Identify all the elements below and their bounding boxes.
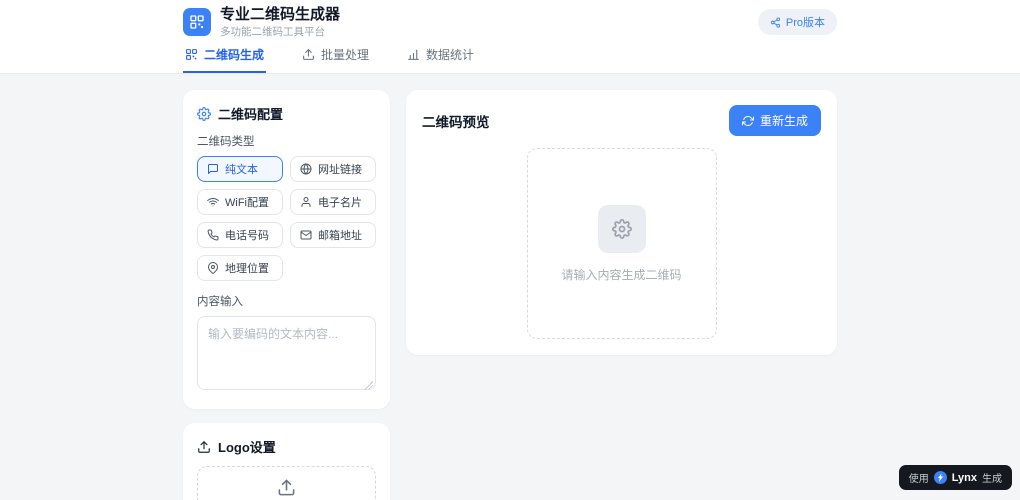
qr-code-icon bbox=[185, 48, 198, 61]
tab-bar: 二维码生成 批量处理 数据统计 bbox=[183, 43, 837, 73]
type-wifi-config[interactable]: WiFi配置 bbox=[197, 189, 283, 215]
logo-settings-card: Logo设置 点击上传Logo bbox=[183, 423, 390, 500]
qr-preview-placeholder: 请输入内容生成二维码 bbox=[526, 148, 717, 339]
type-label: 电话号码 bbox=[225, 230, 269, 242]
phone-icon bbox=[207, 229, 219, 241]
user-icon bbox=[300, 196, 312, 208]
pro-nodes-icon bbox=[770, 16, 781, 28]
tab-qr-generate[interactable]: 二维码生成 bbox=[183, 43, 267, 73]
logo-upload-zone[interactable]: 点击上传Logo bbox=[197, 466, 376, 500]
logo-card-title: Logo设置 bbox=[218, 440, 276, 455]
app-subtitle: 多功能二维码工具平台 bbox=[220, 25, 325, 38]
lynx-logo-icon bbox=[933, 471, 947, 484]
type-email-address[interactable]: 邮箱地址 bbox=[290, 222, 376, 248]
pro-version-badge[interactable]: Pro版本 bbox=[757, 9, 837, 35]
refresh-icon bbox=[741, 115, 754, 127]
badge-suffix: 生成 bbox=[982, 474, 1002, 485]
content-input[interactable] bbox=[197, 316, 376, 390]
map-pin-icon bbox=[207, 262, 219, 274]
type-label: 网址链接 bbox=[318, 164, 362, 176]
qr-preview-card: 二维码预览 重新生成 请输入内容生成二维码 bbox=[406, 90, 837, 355]
type-vcard[interactable]: 电子名片 bbox=[290, 189, 376, 215]
placeholder-gear-icon bbox=[597, 204, 646, 253]
upload-icon bbox=[302, 48, 315, 61]
badge-prefix: 使用 bbox=[908, 474, 929, 485]
type-label: 纯文本 bbox=[225, 164, 258, 176]
type-url-link[interactable]: 网址链接 bbox=[290, 156, 376, 182]
upload-icon bbox=[197, 440, 211, 454]
app-header: 专业二维码生成器 多功能二维码工具平台 Pro版本 二维码生成 批量处理 数据统计 bbox=[0, 0, 1020, 74]
type-phone-number[interactable]: 电话号码 bbox=[197, 222, 283, 248]
gear-icon bbox=[197, 106, 211, 121]
mail-icon bbox=[300, 229, 312, 241]
type-geo-location[interactable]: 地理位置 bbox=[197, 255, 283, 281]
message-square-icon bbox=[207, 163, 219, 175]
type-label: 电子名片 bbox=[318, 197, 362, 209]
tab-batch-process[interactable]: 批量处理 bbox=[300, 43, 371, 73]
brand: 专业二维码生成器 多功能二维码工具平台 bbox=[183, 6, 341, 38]
badge-brand: Lynx bbox=[951, 471, 977, 484]
tab-data-stats[interactable]: 数据统计 bbox=[405, 43, 476, 73]
type-label: 邮箱地址 bbox=[318, 230, 362, 242]
qr-logo-icon bbox=[183, 8, 211, 36]
preview-empty-text: 请输入内容生成二维码 bbox=[561, 267, 682, 282]
qr-type-label: 二维码类型 bbox=[197, 136, 255, 148]
config-card-title: 二维码配置 bbox=[218, 107, 284, 122]
bar-chart-icon bbox=[407, 48, 420, 61]
preview-title: 二维码预览 bbox=[422, 114, 490, 130]
tab-label: 二维码生成 bbox=[204, 48, 265, 62]
regenerate-button-label: 重新生成 bbox=[759, 114, 808, 128]
type-plain-text[interactable]: 纯文本 bbox=[197, 156, 283, 182]
app-title: 专业二维码生成器 bbox=[220, 6, 341, 24]
content-input-label: 内容输入 bbox=[197, 296, 243, 308]
upload-cloud-icon bbox=[277, 478, 296, 497]
pro-badge-label: Pro版本 bbox=[785, 17, 825, 29]
tab-label: 批量处理 bbox=[321, 48, 370, 62]
tab-label: 数据统计 bbox=[426, 48, 475, 62]
qr-config-card: 二维码配置 二维码类型 纯文本 网址链接 WiFi配置 电子名片电话号码 邮箱地址地理位… bbox=[183, 90, 390, 409]
wifi-icon bbox=[207, 196, 219, 208]
type-label: 地理位置 bbox=[225, 263, 269, 275]
qr-type-grid: 纯文本 网址链接 WiFi配置 电子名片电话号码 邮箱地址地理位置 bbox=[197, 156, 376, 281]
regenerate-button[interactable]: 重新生成 bbox=[728, 105, 821, 136]
type-label: WiFi配置 bbox=[225, 197, 269, 209]
made-with-lynx-badge[interactable]: 使用 Lynx 生成 bbox=[898, 465, 1012, 490]
globe-icon bbox=[300, 163, 312, 175]
